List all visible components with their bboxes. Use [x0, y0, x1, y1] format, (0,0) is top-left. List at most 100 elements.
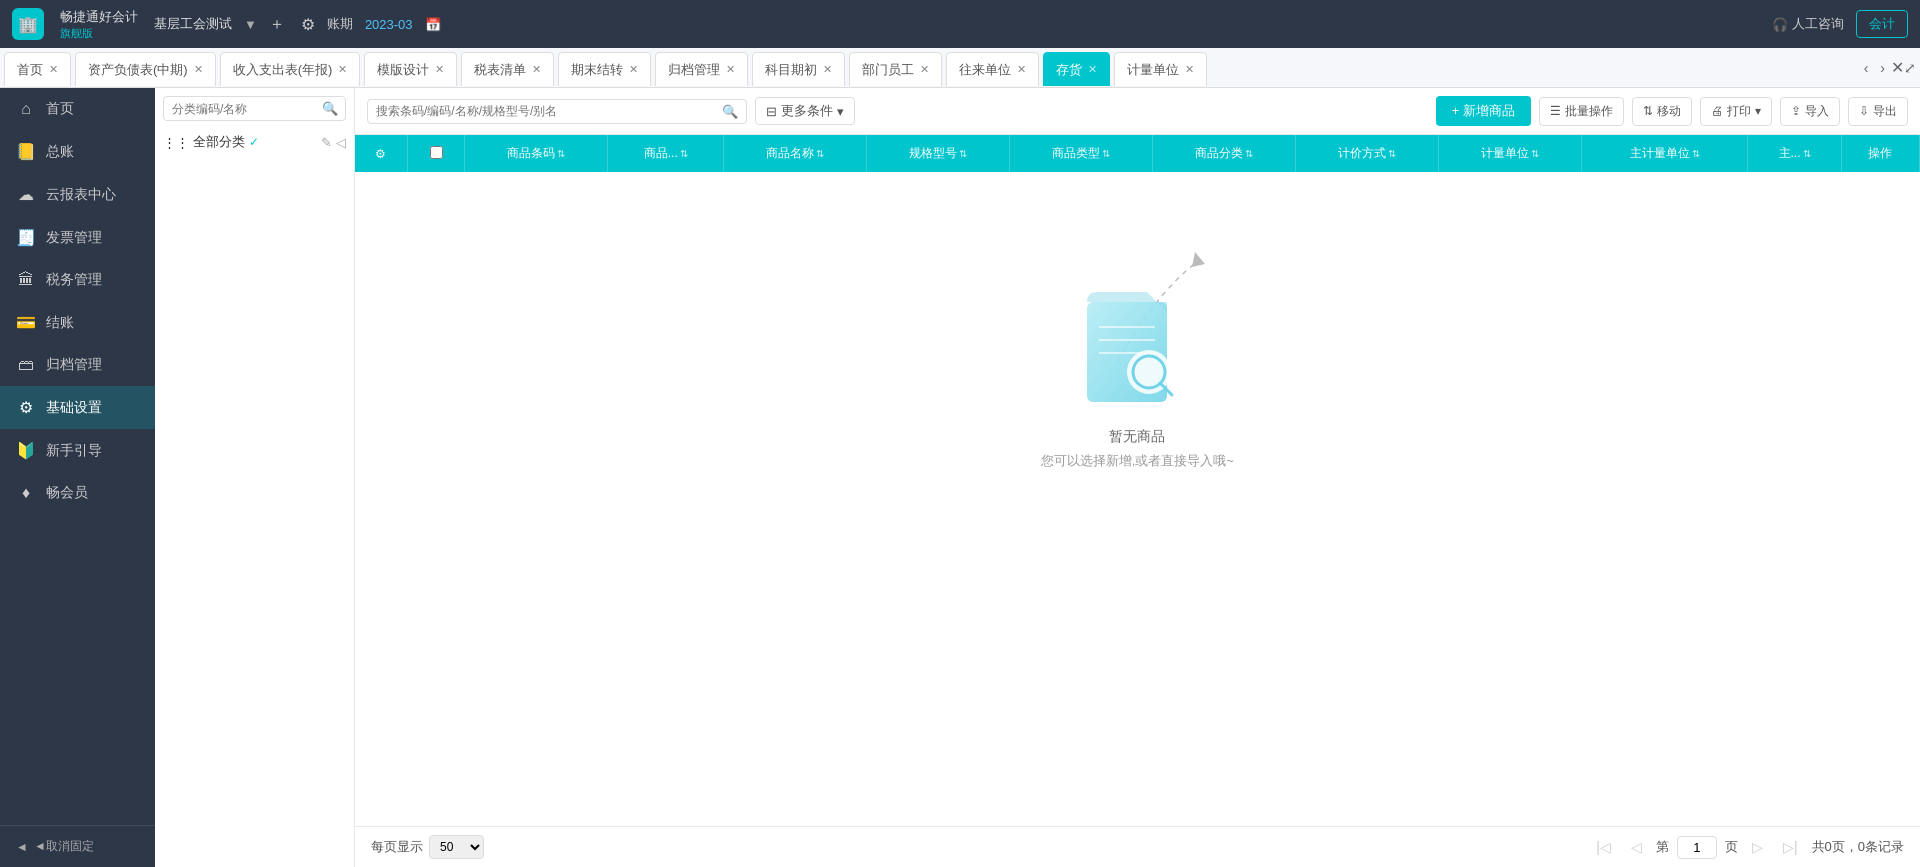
- tab-close-balance[interactable]: ✕: [194, 63, 203, 76]
- tab-close-tax[interactable]: ✕: [532, 63, 541, 76]
- col-header-spec[interactable]: 规格型号⇅: [867, 135, 1010, 172]
- sidebar-item-close[interactable]: 💳 结账: [0, 301, 155, 344]
- sidebar-item-basic[interactable]: ⚙ 基础设置: [0, 386, 155, 429]
- col-header-pricing[interactable]: 计价方式⇅: [1296, 135, 1439, 172]
- batch-operation-button[interactable]: ☰ 批量操作: [1539, 97, 1624, 126]
- tab-close-income[interactable]: ✕: [338, 63, 347, 76]
- col-header-unit[interactable]: 计量单位⇅: [1439, 135, 1582, 172]
- first-page-button[interactable]: |◁: [1590, 837, 1617, 857]
- next-page-button[interactable]: ▷: [1746, 837, 1769, 857]
- sidebar-item-archive[interactable]: 🗃 归档管理: [0, 344, 155, 386]
- empty-sub-text: 您可以选择新增,或者直接导入哦~: [1041, 452, 1234, 470]
- ledger-icon: 📒: [16, 142, 36, 161]
- archive-icon: 🗃: [16, 356, 36, 374]
- category-edit-icon[interactable]: ✎: [321, 135, 332, 150]
- tab-inventory[interactable]: 存货✕: [1043, 52, 1110, 86]
- left-panel: 🔍 ⋮⋮ 全部分类 ✓ ✎ ◁: [155, 88, 355, 867]
- tab-dept_emp[interactable]: 部门员工✕: [849, 52, 942, 86]
- tab-unit[interactable]: 计量单位✕: [1114, 52, 1207, 86]
- top-bar-right: 🎧 人工咨询 会计: [1772, 10, 1908, 38]
- category-search-icon[interactable]: 🔍: [322, 101, 338, 116]
- sort-icon-main_unit: ⇅: [1692, 148, 1700, 159]
- consult-button[interactable]: 🎧 人工咨询: [1772, 15, 1844, 33]
- category-collapse-icon[interactable]: ◁: [336, 135, 346, 150]
- prev-page-button[interactable]: ◁: [1625, 837, 1648, 857]
- table-settings-icon[interactable]: ⚙: [375, 147, 386, 161]
- sidebar-item-member[interactable]: ♦ 畅会员: [0, 472, 155, 514]
- page-number-input[interactable]: [1677, 836, 1717, 859]
- unpin-sidebar-button[interactable]: ◄ ◄取消固定: [0, 825, 155, 867]
- tab-income[interactable]: 收入支出表(年报)✕: [220, 52, 361, 86]
- category-search-input[interactable]: [172, 102, 322, 116]
- sidebar-label-tax: 税务管理: [46, 271, 102, 289]
- page-suffix: 页: [1725, 838, 1738, 856]
- tab-label: 资产负债表(中期): [88, 61, 188, 79]
- tab-close-period_end[interactable]: ✕: [629, 63, 638, 76]
- category-all-label[interactable]: ⋮⋮ 全部分类 ✓: [163, 133, 259, 151]
- col-header-code[interactable]: 商品...⇅: [608, 135, 724, 172]
- sidebar-item-reports[interactable]: ☁ 云报表中心: [0, 173, 155, 216]
- tab-close-inventory[interactable]: ✕: [1088, 63, 1097, 76]
- tab-home[interactable]: 首页 ✕: [4, 52, 71, 86]
- sidebar-item-invoice[interactable]: 🧾 发票管理: [0, 216, 155, 259]
- col-header-barcode[interactable]: 商品条码⇅: [465, 135, 608, 172]
- calendar-icon[interactable]: 📅: [425, 17, 441, 32]
- account-type-button[interactable]: 会计: [1856, 10, 1908, 38]
- import-icon: ⇪: [1791, 104, 1801, 118]
- tab-label: 科目期初: [765, 61, 817, 79]
- sidebar-item-home[interactable]: ⌂ 首页: [0, 88, 155, 130]
- sidebar: ⌂ 首页 📒 总账 ☁ 云报表中心 🧾 发票管理 🏛 税务管理 💳 结账 🗃 归…: [0, 88, 155, 867]
- page-size-select[interactable]: 501020100: [429, 835, 484, 859]
- tab-scroll-left-button[interactable]: ‹: [1858, 56, 1875, 80]
- tab-template[interactable]: 模版设计✕: [364, 52, 457, 86]
- add-tab-button[interactable]: ＋: [265, 10, 289, 39]
- print-button[interactable]: 🖨 打印 ▾: [1700, 97, 1772, 126]
- tab-close-subject_init[interactable]: ✕: [823, 63, 832, 76]
- new-product-button[interactable]: + 新增商品: [1436, 96, 1531, 126]
- export-button[interactable]: ⇩ 导出: [1848, 97, 1908, 126]
- org-dropdown-icon[interactable]: ▼: [244, 17, 257, 32]
- tab-subject_init[interactable]: 科目期初 ✕: [752, 52, 845, 86]
- settings-icon-button[interactable]: ⚙: [297, 11, 319, 38]
- tab-archive_mgr[interactable]: 归档管理✕: [655, 52, 748, 86]
- close-all-tabs-button[interactable]: ✕: [1891, 58, 1904, 77]
- tab-close-unit[interactable]: ✕: [1185, 63, 1194, 76]
- tab-close-counter_party[interactable]: ✕: [1017, 63, 1026, 76]
- tab-balance[interactable]: 资产负债表(中期) ✕: [75, 52, 216, 86]
- tab-close-archive_mgr[interactable]: ✕: [726, 63, 735, 76]
- tab-counter_party[interactable]: 往来单位✕: [946, 52, 1039, 86]
- sidebar-item-ledger[interactable]: 📒 总账: [0, 130, 155, 173]
- col-header-name[interactable]: 商品名称⇅: [724, 135, 867, 172]
- product-search-icon[interactable]: 🔍: [722, 104, 738, 119]
- col-header-col3[interactable]: 主...⇅: [1748, 135, 1841, 172]
- col-header-main_unit[interactable]: 主计量单位⇅: [1582, 135, 1748, 172]
- tab-label: 首页: [17, 61, 43, 79]
- sidebar-item-tax[interactable]: 🏛 税务管理: [0, 259, 155, 301]
- tab-close-dept_emp[interactable]: ✕: [920, 63, 929, 76]
- tab-expand-button[interactable]: ⤢: [1904, 60, 1916, 76]
- total-info: 共0页，0条记录: [1812, 838, 1904, 856]
- move-button[interactable]: ⇅ 移动: [1632, 97, 1692, 126]
- sidebar-item-guide[interactable]: 🔰 新手引导: [0, 429, 155, 472]
- select-all-checkbox[interactable]: [430, 146, 443, 159]
- last-page-button[interactable]: ▷|: [1777, 837, 1804, 857]
- more-conditions-button[interactable]: ⊟ 更多条件 ▾: [755, 97, 855, 125]
- tab-scroll-right-button[interactable]: ›: [1874, 56, 1891, 80]
- import-button[interactable]: ⇪ 导入: [1780, 97, 1840, 126]
- col-label-pricing: 计价方式: [1338, 146, 1386, 160]
- sidebar-label-reports: 云报表中心: [46, 186, 116, 204]
- tab-close-template[interactable]: ✕: [435, 63, 444, 76]
- col-header-type[interactable]: 商品类型⇅: [1010, 135, 1153, 172]
- tab-close-home[interactable]: ✕: [49, 63, 58, 76]
- sidebar-label-guide: 新手引导: [46, 442, 102, 460]
- tab-tax[interactable]: 税表清单✕: [461, 52, 554, 86]
- sidebar-label-close: 结账: [46, 314, 74, 332]
- product-search-input[interactable]: [376, 104, 722, 118]
- move-icon: ⇅: [1643, 104, 1653, 118]
- table-header: ⚙商品条码⇅商品...⇅商品名称⇅规格型号⇅商品类型⇅商品分类⇅计价方式⇅计量单…: [355, 135, 1920, 172]
- app-edition: 旗舰版: [60, 26, 138, 41]
- col-header-category[interactable]: 商品分类⇅: [1153, 135, 1296, 172]
- batch-op-label: 批量操作: [1565, 103, 1613, 120]
- tab-period_end[interactable]: 期末结转✕: [558, 52, 651, 86]
- sidebar-label-archive: 归档管理: [46, 356, 102, 374]
